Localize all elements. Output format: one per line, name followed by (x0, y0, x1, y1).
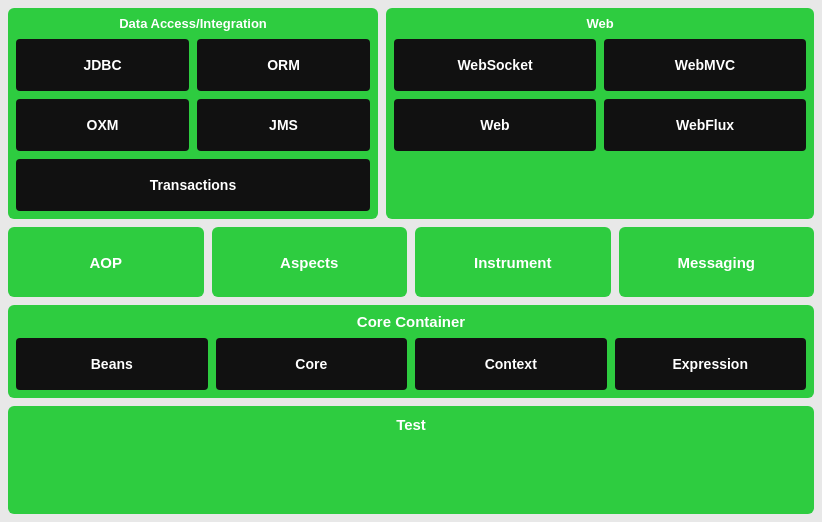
messaging-label: Messaging (677, 254, 755, 271)
oxm-button[interactable]: OXM (16, 99, 189, 151)
data-access-title: Data Access/Integration (16, 16, 370, 31)
web-box: Web WebSocket WebMVC Web WebFlux (386, 8, 814, 219)
instrument-box[interactable]: Instrument (415, 227, 611, 297)
expression-button[interactable]: Expression (615, 338, 807, 390)
core-container-box: Core Container Beans Core Context Expres… (8, 305, 814, 398)
row-1: Data Access/Integration JDBC ORM OXM JMS… (8, 8, 814, 219)
orm-button[interactable]: ORM (197, 39, 370, 91)
test-title: Test (396, 416, 426, 433)
aop-label: AOP (89, 254, 122, 271)
data-access-box: Data Access/Integration JDBC ORM OXM JMS… (8, 8, 378, 219)
webmvc-button[interactable]: WebMVC (604, 39, 806, 91)
web-title: Web (394, 16, 806, 31)
websocket-button[interactable]: WebSocket (394, 39, 596, 91)
core-container-title: Core Container (16, 313, 806, 330)
row-2: AOP Aspects Instrument Messaging (8, 227, 814, 297)
messaging-box[interactable]: Messaging (619, 227, 815, 297)
main-container: Data Access/Integration JDBC ORM OXM JMS… (0, 0, 822, 522)
jdbc-button[interactable]: JDBC (16, 39, 189, 91)
core-container-grid: Beans Core Context Expression (16, 338, 806, 390)
jms-button[interactable]: JMS (197, 99, 370, 151)
aspects-box[interactable]: Aspects (212, 227, 408, 297)
web-button[interactable]: Web (394, 99, 596, 151)
instrument-label: Instrument (474, 254, 552, 271)
core-button[interactable]: Core (216, 338, 408, 390)
web-grid: WebSocket WebMVC Web WebFlux (394, 39, 806, 151)
aop-box[interactable]: AOP (8, 227, 204, 297)
transactions-button[interactable]: Transactions (16, 159, 370, 211)
data-access-grid: JDBC ORM OXM JMS Transactions (16, 39, 370, 211)
beans-button[interactable]: Beans (16, 338, 208, 390)
webflux-button[interactable]: WebFlux (604, 99, 806, 151)
test-box: Test (8, 406, 814, 514)
aspects-label: Aspects (280, 254, 338, 271)
context-button[interactable]: Context (415, 338, 607, 390)
